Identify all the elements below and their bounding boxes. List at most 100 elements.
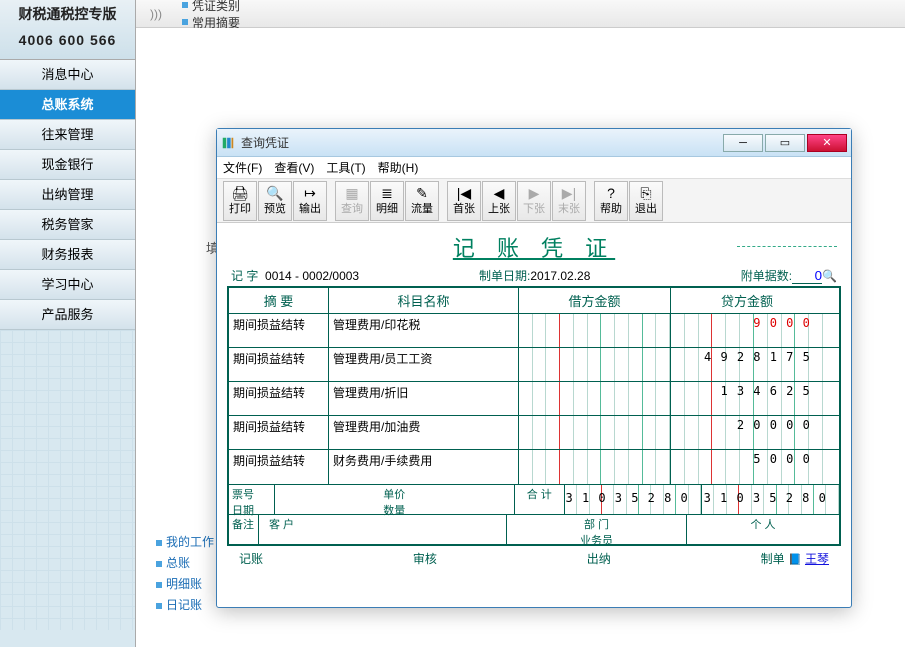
voucher-row[interactable]: 期间损益结转管理费用/员工工资4928175 (229, 348, 839, 382)
sidebar-item-0[interactable]: 消息中心 (0, 60, 135, 90)
cell-credit: 20000 (671, 416, 823, 449)
cell-summary: 期间损益结转 (229, 450, 329, 484)
voucher-date-label: 制单日期: (479, 269, 530, 283)
exit-icon: ⎘ (640, 186, 651, 200)
toolbar-export-button[interactable]: ↦输出 (293, 181, 327, 221)
col-subject: 科目名称 (329, 288, 519, 313)
cell-subject: 财务费用/手续费用 (329, 450, 519, 484)
person-cell: 个 人 (687, 515, 839, 544)
sidebar-item-7[interactable]: 学习中心 (0, 270, 135, 300)
voucher-number: 0014 - 0002/0003 (265, 269, 359, 283)
dept-biz: 部 门业务员 (507, 515, 687, 544)
cell-debit (519, 416, 671, 449)
topnav-item-1[interactable]: 凭证类别 (182, 0, 240, 14)
total-debit: 31035280 (565, 485, 702, 514)
toolbar-print-button[interactable]: 🖨打印 (223, 181, 257, 221)
sidebar-spacer (0, 330, 135, 630)
cell-debit (519, 348, 671, 381)
last-icon: ▶| (562, 186, 576, 200)
bullet-icon (156, 540, 162, 546)
grid-header-row: 摘 要 科目名称 借方金额 贷方金额 (229, 288, 839, 314)
toolbar-detail-button[interactable]: ≣明细 (370, 181, 404, 221)
first-icon: |◀ (457, 186, 471, 200)
quick-link-1[interactable]: 总账 (156, 554, 214, 571)
cell-debit (519, 314, 671, 347)
signature-row: 记账 审核 出纳 制单 📘 王琴 (227, 546, 841, 569)
sidebar-item-8[interactable]: 产品服务 (0, 300, 135, 330)
sidebar-item-1[interactable]: 总账系统 (0, 90, 135, 120)
attach-label: 附单据数: (741, 269, 792, 283)
menu-view[interactable]: 查看(V) (274, 159, 314, 176)
quick-links: 我的工作总账明细账日记账 (156, 533, 214, 617)
remark-label: 备注 (229, 515, 259, 544)
minimize-button[interactable]: ─ (723, 134, 763, 152)
toolbar-prev-button[interactable]: ◀上张 (482, 181, 516, 221)
app-phone: 4006 600 566 (0, 32, 135, 48)
detail-icon: ≣ (381, 186, 393, 200)
toolbar-preview-button[interactable]: 🔍预览 (258, 181, 292, 221)
cell-summary: 期间损益结转 (229, 314, 329, 347)
voucher-dialog-icon (221, 136, 235, 150)
quick-link-2[interactable]: 明细账 (156, 575, 214, 592)
next-icon: ▶ (529, 186, 540, 200)
sidebar-item-3[interactable]: 现金银行 (0, 150, 135, 180)
cell-subject: 管理费用/加油费 (329, 416, 519, 449)
sig-cashier: 出纳 (587, 550, 611, 567)
book-icon[interactable]: 📘 (788, 554, 802, 566)
bullet-icon (156, 603, 162, 609)
voucher-row[interactable]: 期间损益结转管理费用/折旧134625 (229, 382, 839, 416)
col-debit: 借方金额 (519, 288, 671, 313)
col-credit: 贷方金额 (671, 288, 823, 313)
maker-name[interactable]: 王琴 (805, 552, 829, 566)
print-icon: 🖨 (231, 186, 249, 200)
voucher-body: 记 账 凭 证 记 字 0014 - 0002/0003 制单日期:2017.0… (217, 223, 851, 569)
cell-debit (519, 382, 671, 415)
toolbar-query-button: ▦查询 (335, 181, 369, 221)
attach-count-input[interactable] (792, 268, 822, 284)
help-icon: ? (607, 186, 615, 200)
menubar: 文件(F) 查看(V) 工具(T) 帮助(H) (217, 157, 851, 179)
sidebar-item-2[interactable]: 往来管理 (0, 120, 135, 150)
sig-audit: 审核 (413, 550, 437, 567)
voucher-type-label: 记 字 (231, 269, 258, 283)
menu-file[interactable]: 文件(F) (223, 159, 262, 176)
sidebar-item-4[interactable]: 出纳管理 (0, 180, 135, 210)
voucher-row[interactable]: 期间损益结转管理费用/加油费 20000 (229, 416, 839, 450)
query-icon: ▦ (345, 186, 358, 200)
voucher-grid: 摘 要 科目名称 借方金额 贷方金额 期间损益结转管理费用/印花税9000期间损… (227, 286, 841, 546)
magnifier-icon[interactable]: 🔍 (822, 269, 837, 283)
menu-tool[interactable]: 工具(T) (326, 159, 365, 176)
cell-credit: 5000 (671, 450, 823, 484)
voucher-header: 记 字 0014 - 0002/0003 制单日期:2017.02.28 附单据… (227, 267, 841, 284)
bullet-icon (182, 19, 188, 25)
bullet-icon (156, 582, 162, 588)
quick-link-3[interactable]: 日记账 (156, 596, 214, 613)
voucher-dialog: 查询凭证 ─ ▭ ✕ 文件(F) 查看(V) 工具(T) 帮助(H) 🖨打印🔍预… (216, 128, 852, 608)
ticket-mid: 单价数量 (275, 485, 515, 514)
cell-credit: 4928175 (671, 348, 823, 381)
toolbar-help-button[interactable]: ?帮助 (594, 181, 628, 221)
total-label: 合 计 (515, 485, 565, 514)
bullet-icon (156, 561, 162, 567)
titlebar[interactable]: 查询凭证 ─ ▭ ✕ (217, 129, 851, 157)
sig-entry: 记账 (239, 550, 263, 567)
cell-summary: 期间损益结转 (229, 416, 329, 449)
cell-debit (519, 450, 671, 484)
sidebar-item-5[interactable]: 税务管家 (0, 210, 135, 240)
customer-cell: 客 户 (259, 515, 507, 544)
sidebar: 财税通税控专版 4006 600 566 消息中心总账系统往来管理现金银行出纳管… (0, 0, 136, 647)
toolbar-first-button[interactable]: |◀首张 (447, 181, 481, 221)
voucher-row[interactable]: 期间损益结转管理费用/印花税9000 (229, 314, 839, 348)
ticket-left: 票号日期 (229, 485, 275, 514)
prev-icon: ◀ (494, 186, 505, 200)
sidebar-item-6[interactable]: 财务报表 (0, 240, 135, 270)
close-button[interactable]: ✕ (807, 134, 847, 152)
quick-link-0[interactable]: 我的工作 (156, 533, 214, 550)
maximize-button[interactable]: ▭ (765, 134, 805, 152)
grid-footer: 票号日期 单价数量 合 计 31035280 31035280 备注 客 户 部… (229, 484, 839, 544)
toolbar-exit-button[interactable]: ⎘退出 (629, 181, 663, 221)
sidebar-header: 财税通税控专版 4006 600 566 (0, 0, 135, 60)
voucher-row[interactable]: 期间损益结转财务费用/手续费用 5000 (229, 450, 839, 484)
toolbar-flow-button[interactable]: ✎流量 (405, 181, 439, 221)
menu-help[interactable]: 帮助(H) (378, 159, 419, 176)
